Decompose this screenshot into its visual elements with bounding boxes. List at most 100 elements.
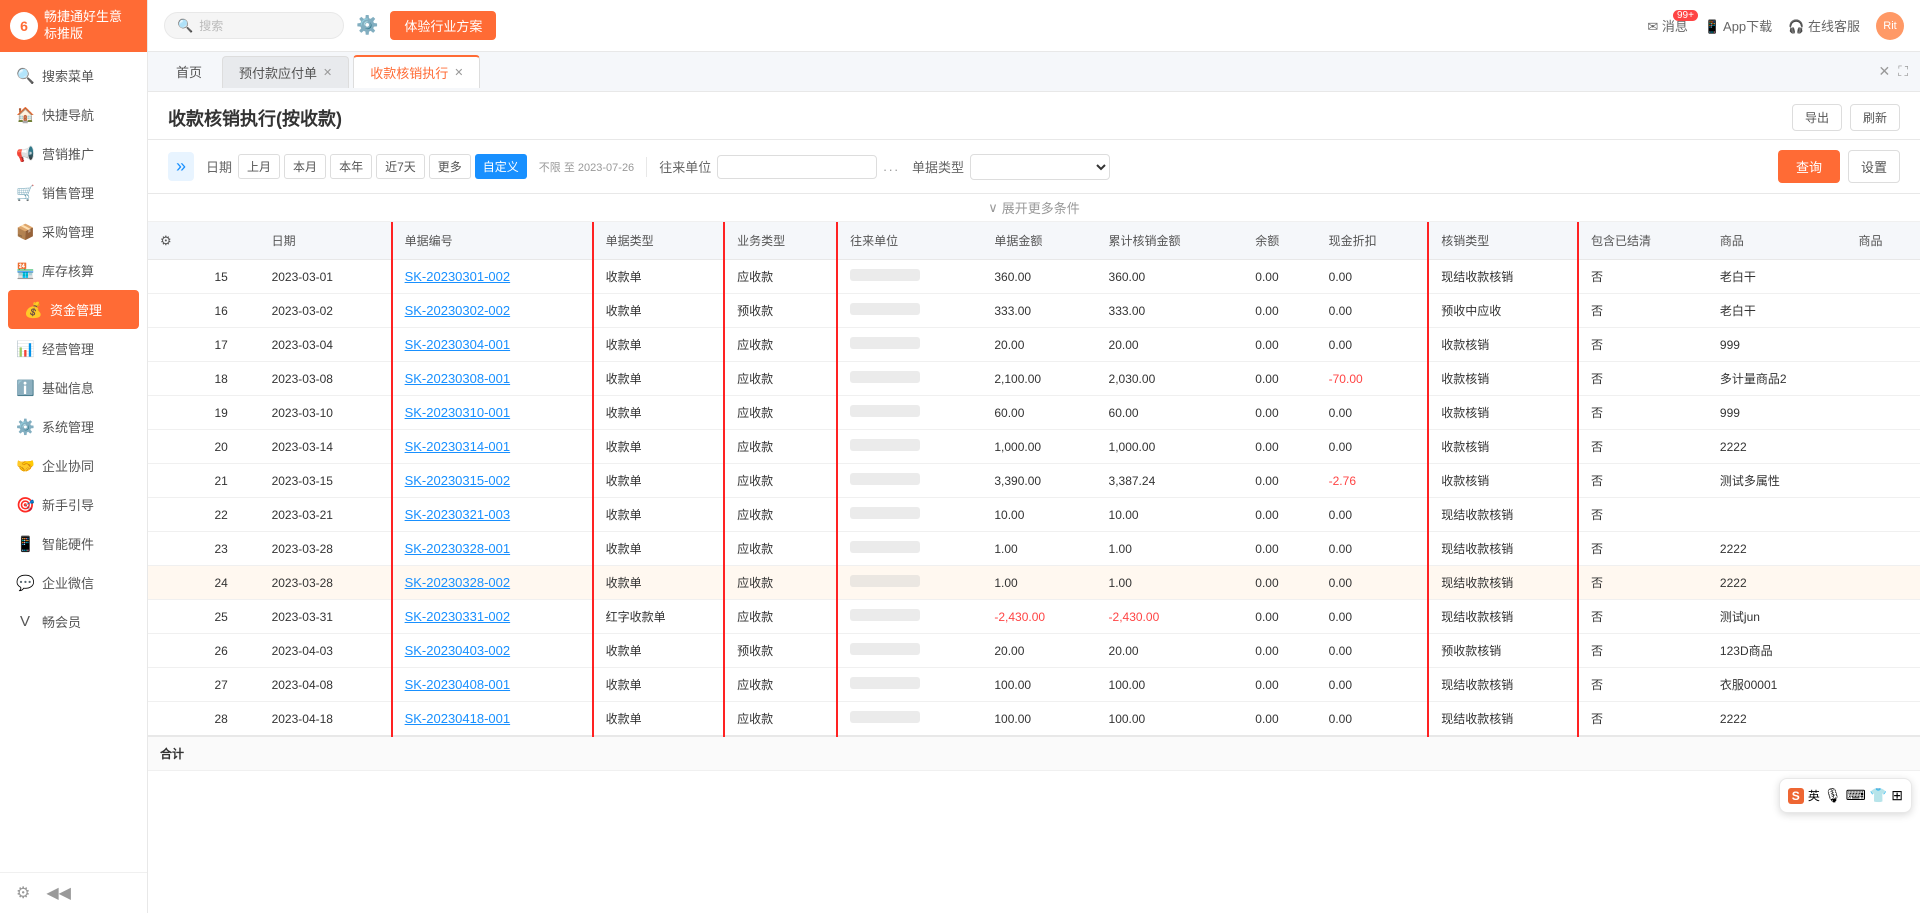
topbar-search[interactable]: 🔍 搜索 [164, 12, 344, 39]
sidebar-item-finance[interactable]: 💰资金管理 [8, 290, 139, 329]
cell-amount: 60.00 [982, 396, 1096, 430]
sidebar-item-member[interactable]: V畅会员 [0, 602, 147, 641]
sidebar-item-company[interactable]: 🤝企业协同 [0, 446, 147, 485]
sidebar-item-operation[interactable]: 📊经营管理 [0, 329, 147, 368]
table-row[interactable]: 21 2023-03-15 SK-20230315-002 收款单 应收款 3,… [148, 464, 1920, 498]
date-btn-last-month[interactable]: 上月 [238, 154, 280, 179]
sidebar-item-guide[interactable]: 🎯新手引导 [0, 485, 147, 524]
table-row[interactable]: 15 2023-03-01 SK-20230301-002 收款单 应收款 36… [148, 260, 1920, 294]
setting-button[interactable]: 设置 [1848, 150, 1900, 183]
col-settings[interactable]: ⚙ [148, 222, 202, 260]
sidebar-item-hardware[interactable]: 📱智能硬件 [0, 524, 147, 563]
logo-text: 畅捷通好生意 标推版 [44, 9, 122, 43]
date-btn-this-month[interactable]: 本月 [284, 154, 326, 179]
doc-no-link[interactable]: SK-20230304-001 [405, 337, 511, 352]
online-service[interactable]: 🎧 在线客服 [1788, 16, 1860, 35]
app-download[interactable]: 📱 App下载 [1704, 16, 1772, 35]
cell-cancel-type: 收款核销 [1428, 464, 1578, 498]
filter-toggle-button[interactable]: » [168, 152, 194, 181]
cell-biz-type: 预收款 [724, 294, 837, 328]
filter-divider [646, 157, 647, 177]
maximize-icon[interactable]: ⛶ [1898, 63, 1908, 80]
tab-collection[interactable]: 收款核销执行✕ [353, 55, 480, 88]
tab-close-collection[interactable]: ✕ [454, 66, 463, 79]
doc-no-link[interactable]: SK-20230308-001 [405, 371, 511, 386]
sidebar-item-inventory[interactable]: 🏪库存核算 [0, 251, 147, 290]
doc-no-link[interactable]: SK-20230328-001 [405, 541, 511, 556]
doc-no-link[interactable]: SK-20230403-002 [405, 643, 511, 658]
query-button[interactable]: 查询 [1778, 150, 1840, 183]
tab-close-advance[interactable]: ✕ [323, 66, 332, 79]
cell-date: 2023-04-18 [260, 702, 392, 737]
solution-button[interactable]: 体验行业方案 [390, 11, 496, 40]
settings-icon[interactable]: ⚙ [16, 883, 30, 903]
cell-settings [148, 634, 202, 668]
table-body: 15 2023-03-01 SK-20230301-002 收款单 应收款 36… [148, 260, 1920, 737]
doc-no-link[interactable]: SK-20230328-002 [405, 575, 511, 590]
partner-input[interactable] [717, 155, 877, 179]
export-button[interactable]: 导出 [1792, 104, 1842, 131]
sidebar-item-wecom[interactable]: 💬企业微信 [0, 563, 147, 602]
table-row[interactable]: 19 2023-03-10 SK-20230310-001 收款单 应收款 60… [148, 396, 1920, 430]
table-row[interactable]: 23 2023-03-28 SK-20230328-001 收款单 应收款 1.… [148, 532, 1920, 566]
expand-icon: ∨ [988, 200, 998, 216]
table-row[interactable]: 17 2023-03-04 SK-20230304-001 收款单 应收款 20… [148, 328, 1920, 362]
cell-goods: 999 [1708, 396, 1847, 430]
cell-settings [148, 294, 202, 328]
column-settings-icon[interactable]: ⚙ [160, 233, 172, 248]
doc-type-select[interactable] [970, 154, 1110, 180]
table-row[interactable]: 25 2023-03-31 SK-20230331-002 红字收款单 应收款 … [148, 600, 1920, 634]
date-btn-this-year[interactable]: 本年 [330, 154, 372, 179]
sidebar-item-search[interactable]: 🔍搜索菜单 [0, 56, 147, 95]
message-badge[interactable]: ✉ 消息 99+ [1647, 16, 1688, 35]
cell-amount: 100.00 [982, 668, 1096, 702]
cell-num: 17 [202, 328, 259, 362]
grid-icon[interactable]: ⊞ [1891, 787, 1903, 804]
table-row[interactable]: 16 2023-03-02 SK-20230302-002 收款单 预收款 33… [148, 294, 1920, 328]
doc-no-link[interactable]: SK-20230315-002 [405, 473, 511, 488]
cell-discount: 0.00 [1317, 328, 1429, 362]
sidebar-item-basic[interactable]: ℹ️基础信息 [0, 368, 147, 407]
date-btn-7days[interactable]: 近7天 [376, 154, 425, 179]
cell-amount: 333.00 [982, 294, 1096, 328]
table-row[interactable]: 18 2023-03-08 SK-20230308-001 收款单 应收款 2,… [148, 362, 1920, 396]
sidebar-item-purchase[interactable]: 📦采购管理 [0, 212, 147, 251]
tab-home[interactable]: 首页 [160, 62, 218, 81]
cell-cancel-type: 现结收款核销 [1428, 702, 1578, 737]
settings-gear-icon[interactable]: ⚙️ [356, 15, 378, 36]
doc-no-link[interactable]: SK-20230321-003 [405, 507, 511, 522]
table-row[interactable]: 27 2023-04-08 SK-20230408-001 收款单 应收款 10… [148, 668, 1920, 702]
table-row[interactable]: 20 2023-03-14 SK-20230314-001 收款单 应收款 1,… [148, 430, 1920, 464]
cell-date: 2023-04-08 [260, 668, 392, 702]
sidebar-item-system[interactable]: ⚙️系统管理 [0, 407, 147, 446]
close-window-icon[interactable]: ✕ [1878, 63, 1890, 80]
cell-doc-type: 收款单 [593, 634, 724, 668]
doc-no-link[interactable]: SK-20230301-002 [405, 269, 511, 284]
tab-advance[interactable]: 预付款应付单✕ [222, 56, 349, 88]
table-row[interactable]: 22 2023-03-21 SK-20230321-003 收款单 应收款 10… [148, 498, 1920, 532]
table-row[interactable]: 26 2023-04-03 SK-20230403-002 收款单 预收款 20… [148, 634, 1920, 668]
collapse-icon[interactable]: ◀◀ [46, 883, 71, 903]
sidebar-item-sales[interactable]: 🛒销售管理 [0, 173, 147, 212]
expand-more-button[interactable]: ∨ 展开更多条件 [988, 198, 1080, 217]
keyboard-icon[interactable]: ⌨ [1846, 787, 1866, 804]
date-btn-more[interactable]: 更多 [429, 154, 471, 179]
doc-no-link[interactable]: SK-20230408-001 [405, 677, 511, 692]
cell-goods: 衣服00001 [1708, 668, 1847, 702]
table-row[interactable]: 28 2023-04-18 SK-20230418-001 收款单 应收款 10… [148, 702, 1920, 737]
doc-no-link[interactable]: SK-20230314-001 [405, 439, 511, 454]
shirt-icon[interactable]: 👕 [1870, 787, 1887, 804]
user-avatar[interactable]: Rit [1876, 12, 1904, 40]
cell-total-cancel: 100.00 [1097, 668, 1244, 702]
eng-label[interactable]: 英 [1808, 787, 1820, 804]
doc-no-link[interactable]: SK-20230418-001 [405, 711, 511, 726]
refresh-button[interactable]: 刷新 [1850, 104, 1900, 131]
doc-no-link[interactable]: SK-20230331-002 [405, 609, 511, 624]
doc-no-link[interactable]: SK-20230302-002 [405, 303, 511, 318]
table-row[interactable]: 24 2023-03-28 SK-20230328-002 收款单 应收款 1.… [148, 566, 1920, 600]
sidebar-item-quick[interactable]: 🏠快捷导航 [0, 95, 147, 134]
doc-no-link[interactable]: SK-20230310-001 [405, 405, 511, 420]
mic-icon[interactable]: 🎙 [1824, 787, 1842, 804]
sidebar-item-marketing[interactable]: 📢营销推广 [0, 134, 147, 173]
date-custom-button[interactable]: 自定义 [475, 154, 527, 179]
